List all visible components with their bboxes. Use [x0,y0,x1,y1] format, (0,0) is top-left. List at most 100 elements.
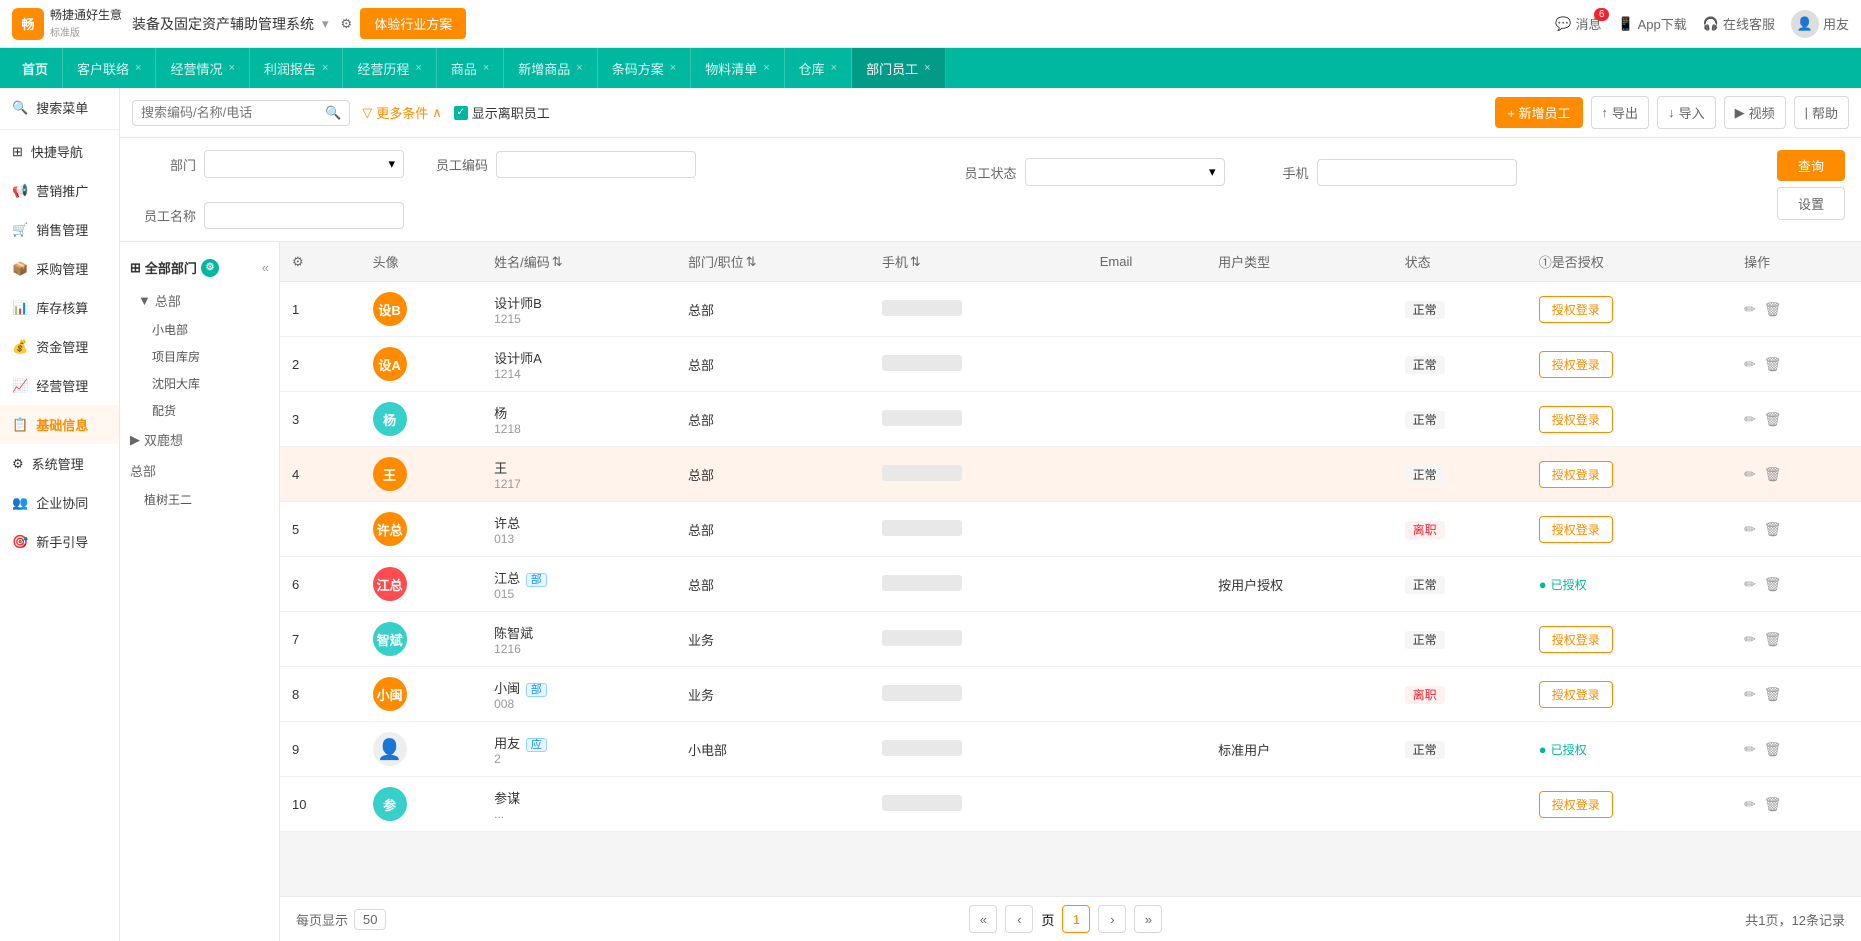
help-button[interactable]: | 帮助 [1794,96,1849,129]
dept-child-shenyang[interactable]: 沈阳大库 [128,370,279,397]
message-item[interactable]: 💬 消息 6 [1555,14,1601,33]
delete-icon[interactable]: 🗑 [1764,356,1782,373]
edit-icon[interactable]: ✏ [1744,741,1756,758]
delete-icon[interactable]: 🗑 [1764,741,1782,758]
dept-child-planting[interactable]: 植树王二 [120,486,279,513]
dept-general2[interactable]: 总部 [120,455,279,486]
tab-bom[interactable]: 物料清单× [691,48,784,88]
dept-all-btn[interactable]: ⊞ 全部部门 ⚙ [130,258,219,277]
query-button[interactable]: 查询 [1777,150,1845,181]
tab-goods[interactable]: 商品× [437,48,504,88]
sidebar-item-management[interactable]: 📈 经营管理 [0,366,119,405]
sidebar-item-marketing[interactable]: 📢 营销推广 [0,171,119,210]
tab-profit[interactable]: 利润报告× [250,48,343,88]
tab-history[interactable]: 经营历程× [343,48,436,88]
row-auth[interactable]: 授权登录 [1527,392,1732,447]
row-auth[interactable]: 授权登录 [1527,502,1732,557]
delete-icon[interactable]: 🗑 [1764,796,1782,813]
system-dropdown-icon[interactable]: ▾ [322,16,329,32]
tab-history-close[interactable]: × [415,62,421,74]
current-page[interactable]: 1 [1062,905,1090,933]
sidebar-item-basic[interactable]: 📋 基础信息 [0,405,119,444]
edit-icon[interactable]: ✏ [1744,301,1756,318]
sidebar-item-guide[interactable]: 🎯 新手引导 [0,522,119,561]
delete-icon[interactable]: 🗑 [1764,301,1782,318]
delete-icon[interactable]: 🗑 [1764,521,1782,538]
more-filter-btn[interactable]: ▽ 更多条件 ∧ [362,103,442,122]
edit-icon[interactable]: ✏ [1744,576,1756,593]
col-settings[interactable]: ⚙ [280,242,361,282]
auth-button[interactable]: 授权登录 [1539,681,1613,708]
edit-icon[interactable]: ✏ [1744,686,1756,703]
col-phone[interactable]: 手机 ⇅ [870,242,1088,282]
sidebar-item-finance[interactable]: 💰 资金管理 [0,327,119,366]
tab-dept-staff-close[interactable]: × [924,62,930,74]
sidebar-item-sales[interactable]: 🛒 销售管理 [0,210,119,249]
support-item[interactable]: 🎧 在线客服 [1703,14,1775,33]
last-page-btn[interactable]: » [1134,905,1162,933]
tab-home[interactable]: 首页 [8,48,63,88]
auth-button[interactable]: 授权登录 [1539,296,1613,323]
search-box[interactable]: 🔍 [132,100,350,126]
search-btn-icon[interactable]: 🔍 [325,105,341,121]
dept-collapse-btn[interactable]: « [262,260,269,275]
col-name-code[interactable]: 姓名/编码 ⇅ [482,242,676,282]
prev-page-btn[interactable]: ‹ [1005,905,1033,933]
reset-button[interactable]: 设置 [1777,187,1845,220]
edit-icon[interactable]: ✏ [1744,631,1756,648]
auth-button[interactable]: 授权登录 [1539,406,1613,433]
sidebar-search-item[interactable]: 🔍 搜索菜单 [0,88,119,127]
auth-button[interactable]: 授权登录 [1539,626,1613,653]
show-resigned-area[interactable]: ✓ 显示离职员工 [454,103,550,122]
next-page-btn[interactable]: › [1098,905,1126,933]
tab-customer[interactable]: 客户联络× [63,48,156,88]
edit-icon[interactable]: ✏ [1744,521,1756,538]
row-auth[interactable]: 授权登录 [1527,777,1732,832]
tab-warehouse[interactable]: 仓库× [785,48,852,88]
sidebar-item-collab[interactable]: 👥 企业协同 [0,483,119,522]
row-auth[interactable]: 授权登录 [1527,282,1732,337]
page-size-value[interactable]: 50 [354,909,386,930]
tab-bom-close[interactable]: × [763,62,769,74]
auth-button[interactable]: 授权登录 [1539,461,1613,488]
tab-operation-close[interactable]: × [228,62,234,74]
show-resigned-checkbox[interactable]: ✓ [454,106,468,120]
trial-button[interactable]: 体验行业方案 [360,8,466,39]
emp-code-input[interactable] [496,151,696,178]
tab-goods-close[interactable]: × [483,62,489,74]
dept-child-distribution[interactable]: 配货 [128,397,279,424]
row-auth[interactable]: 授权登录 [1527,667,1732,722]
tab-profit-close[interactable]: × [322,62,328,74]
auth-button[interactable]: 授权登录 [1539,791,1613,818]
delete-icon[interactable]: 🗑 [1764,631,1782,648]
delete-icon[interactable]: 🗑 [1764,466,1782,483]
dept-child-small-elec[interactable]: 小电部 [128,316,279,343]
row-auth[interactable]: 授权登录 [1527,447,1732,502]
dept-group-general-title[interactable]: ▼ 总部 [128,285,279,316]
sidebar-item-system[interactable]: ⚙ 系统管理 [0,444,119,483]
sidebar-item-quicknav[interactable]: ⊞ 快捷导航 [0,132,119,171]
tab-customer-close[interactable]: × [135,62,141,74]
dept-child-project[interactable]: 项目库房 [128,343,279,370]
col-dept-position[interactable]: 部门/职位 ⇅ [676,242,870,282]
auth-button[interactable]: 授权登录 [1539,516,1613,543]
import-button[interactable]: ↓ 导入 [1657,96,1716,129]
emp-name-input[interactable] [204,202,404,229]
phone-input[interactable] [1317,159,1517,186]
search-input[interactable] [141,105,321,120]
tab-barcode[interactable]: 条码方案× [598,48,691,88]
user-item[interactable]: 👤 用友 [1791,10,1849,38]
tab-barcode-close[interactable]: × [670,62,676,74]
edit-icon[interactable]: ✏ [1744,466,1756,483]
delete-icon[interactable]: 🗑 [1764,411,1782,428]
row-auth[interactable]: 授权登录 [1527,337,1732,392]
edit-icon[interactable]: ✏ [1744,796,1756,813]
dept-select[interactable]: ▾ [204,150,404,178]
gear-icon[interactable]: ⚙ [341,16,353,32]
first-page-btn[interactable]: « [969,905,997,933]
tab-warehouse-close[interactable]: × [831,62,837,74]
app-download-item[interactable]: 📱 App下载 [1617,14,1686,33]
sidebar-item-inventory[interactable]: 📊 库存核算 [0,288,119,327]
tab-new-goods-close[interactable]: × [576,62,582,74]
tab-new-goods[interactable]: 新增商品× [504,48,597,88]
